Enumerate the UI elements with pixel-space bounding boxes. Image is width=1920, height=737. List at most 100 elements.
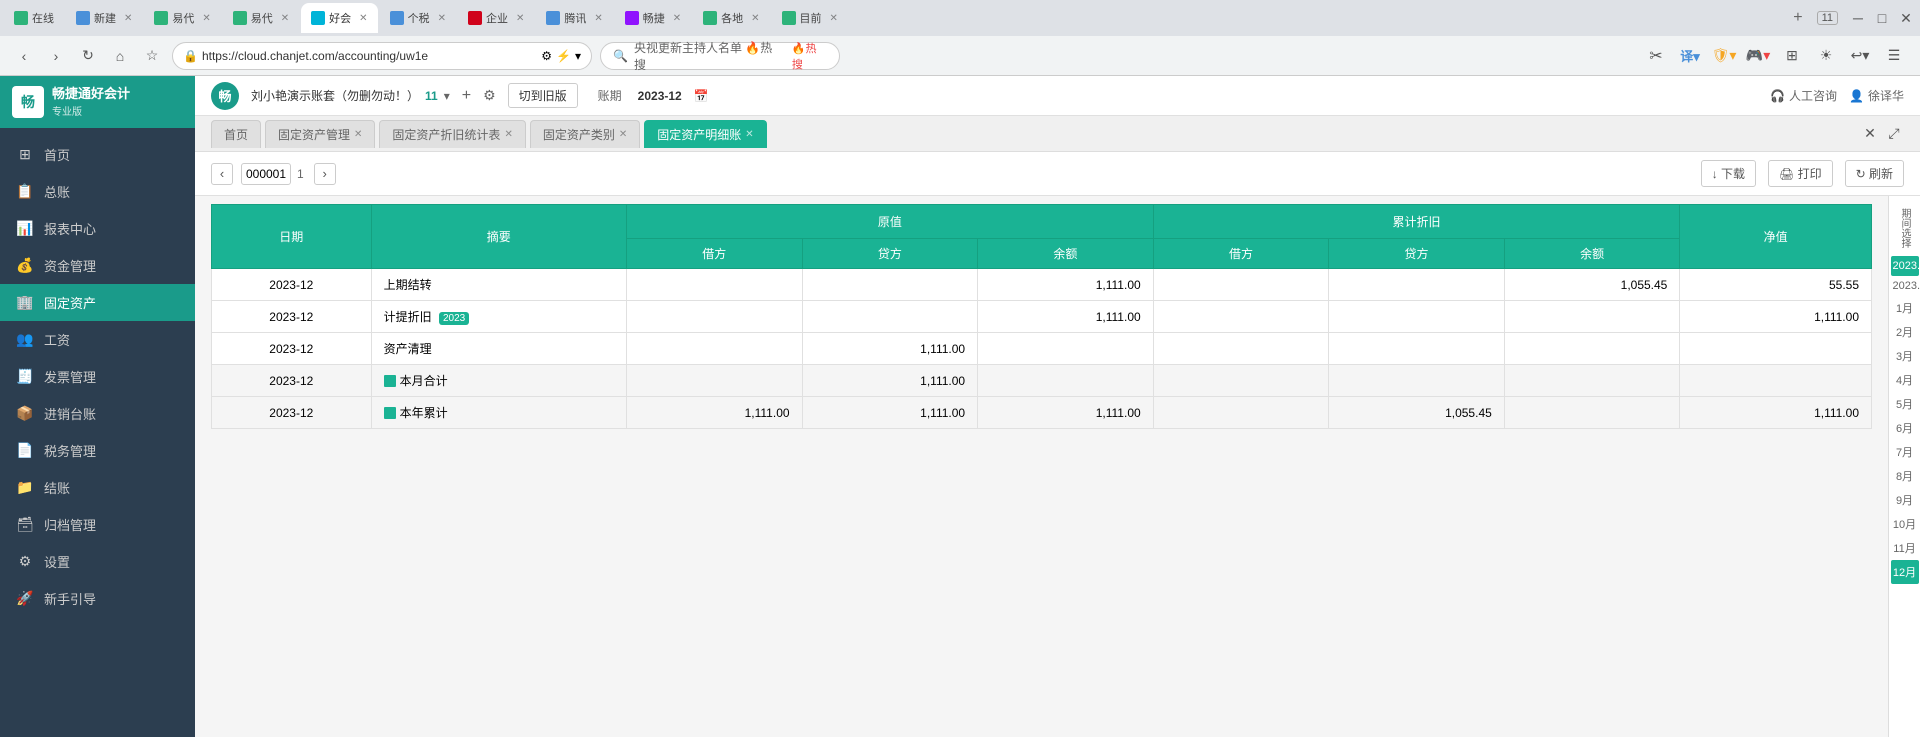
sidebar-item-ledger[interactable]: 📋总账	[0, 173, 195, 210]
tab-close-icon[interactable]: ✕	[202, 13, 210, 24]
account-selector[interactable]: 刘小艳演示账套（勿删勿动！） 11 ▾	[251, 87, 450, 104]
browser-tab-tab7[interactable]: 企业✕	[458, 3, 534, 33]
tab-close-icon[interactable]: ✕	[281, 13, 289, 24]
browser-tab-tab1[interactable]: 在线	[4, 3, 64, 33]
period-item-11[interactable]: 10月	[1891, 512, 1919, 536]
print-button[interactable]: 🖨 打印	[1768, 160, 1833, 187]
refresh-button[interactable]: ↻ 刷新	[1845, 160, 1904, 187]
forward-button[interactable]: ›	[44, 44, 68, 68]
period-item-5[interactable]: 4月	[1891, 368, 1919, 392]
translate-icon[interactable]: 译▾	[1676, 42, 1704, 70]
sidebar-label-payroll: 工资	[44, 330, 70, 349]
tab-close-icon[interactable]: ✕	[359, 13, 367, 24]
tab-close-icon[interactable]: ✕	[830, 13, 838, 24]
sidebar-item-settings[interactable]: ⚙设置	[0, 543, 195, 580]
account-dropdown-icon[interactable]: ▾	[444, 89, 450, 103]
shield-icon[interactable]: 🛡▾	[1710, 42, 1738, 70]
site-settings-icon[interactable]: ⚙	[541, 49, 552, 63]
search-box[interactable]: 🔍 央视更新主持人名单 🔥热搜 🔥热搜	[600, 42, 840, 70]
add-account-button[interactable]: +	[462, 87, 471, 105]
undo-icon[interactable]: ↩▾	[1846, 42, 1874, 70]
game-icon[interactable]: 🎮▾	[1744, 42, 1772, 70]
page-tab-asset-ledger[interactable]: 固定资产明细账✕	[644, 120, 766, 148]
expand-pane-button[interactable]: ⤢	[1884, 124, 1904, 144]
scissors-icon[interactable]: ✂	[1642, 42, 1670, 70]
period-item-13[interactable]: 12月	[1891, 560, 1919, 584]
browser-tab-tab2[interactable]: 新建✕	[66, 3, 142, 33]
period-item-8[interactable]: 7月	[1891, 440, 1919, 464]
sidebar-item-purchase-sale[interactable]: 📦进销台账	[0, 395, 195, 432]
sidebar-item-archive[interactable]: 🗃归档管理	[0, 506, 195, 543]
close-pane-button[interactable]: ✕	[1860, 124, 1880, 144]
browser-tab-tab5[interactable]: 好会✕	[301, 3, 377, 33]
close-button[interactable]: ✕	[1896, 8, 1916, 28]
sidebar-item-reports[interactable]: 📊报表中心	[0, 210, 195, 247]
tab-close-icon[interactable]: ✕	[516, 13, 524, 24]
tab-close-icon[interactable]: ✕	[751, 13, 759, 24]
url-display[interactable]: https://cloud.chanjet.com/accounting/uw1…	[202, 49, 537, 63]
grid-icon[interactable]: ⊞	[1778, 42, 1806, 70]
sidebar-item-fixed-assets[interactable]: 🏢固定资产	[0, 284, 195, 321]
browser-tab-tab3[interactable]: 易代✕	[144, 3, 220, 33]
next-page-button[interactable]: ›	[314, 163, 336, 185]
col-original-value: 原值	[626, 205, 1153, 239]
calendar-icon[interactable]: 📅	[694, 89, 709, 103]
browser-tab-tab9[interactable]: 畅捷✕	[615, 3, 691, 33]
page-number-input[interactable]	[241, 163, 291, 185]
user-menu[interactable]: 👤 徐译华	[1849, 87, 1904, 104]
browser-tab-tab6[interactable]: 个税✕	[380, 3, 456, 33]
home-nav-button[interactable]: ⌂	[108, 44, 132, 68]
brightness-icon[interactable]: ☀	[1812, 42, 1840, 70]
reload-button[interactable]: ↻	[76, 44, 100, 68]
period-item-7[interactable]: 6月	[1891, 416, 1919, 440]
minimize-button[interactable]: ─	[1848, 8, 1868, 28]
page-tab-home[interactable]: 首页	[211, 120, 261, 148]
period-item-1[interactable]: 2023.12	[1891, 276, 1919, 296]
period-item-3[interactable]: 2月	[1891, 320, 1919, 344]
period-item-2[interactable]: 1月	[1891, 296, 1919, 320]
new-tab-button[interactable]: +	[1785, 9, 1810, 27]
dropdown-icon[interactable]: ▾	[575, 49, 581, 63]
browser-tab-tab4[interactable]: 易代✕	[223, 3, 299, 33]
browser-tab-tab10[interactable]: 各地✕	[693, 3, 769, 33]
page-tab-asset-category[interactable]: 固定资产类别✕	[530, 120, 640, 148]
restore-button[interactable]: □	[1872, 8, 1892, 28]
page-tab-fixed-asset-mgmt[interactable]: 固定资产管理✕	[265, 120, 375, 148]
prev-page-button[interactable]: ‹	[211, 163, 233, 185]
period-item-10[interactable]: 9月	[1891, 488, 1919, 512]
bookmark-button[interactable]: ☆	[140, 44, 164, 68]
switch-version-button[interactable]: 切到旧版	[508, 83, 578, 108]
page-tab-close-${tab.id}[interactable]: ✕	[745, 129, 753, 140]
sidebar-item-tax[interactable]: 📄税务管理	[0, 432, 195, 469]
row-orig-debit-4: 1,111.00	[626, 397, 802, 429]
sidebar-item-guide[interactable]: 🚀新手引导	[0, 580, 195, 617]
sidebar-item-invoice[interactable]: 🧾发票管理	[0, 358, 195, 395]
sidebar-item-payroll[interactable]: 👥工资	[0, 321, 195, 358]
period-item-0[interactable]: 2023.12	[1891, 256, 1919, 276]
sidebar-item-closing[interactable]: 📁结账	[0, 469, 195, 506]
tab-close-icon[interactable]: ✕	[594, 13, 602, 24]
page-tab-close-${tab.id}[interactable]: ✕	[354, 129, 362, 140]
settings-icon[interactable]: ⚙	[483, 87, 496, 104]
tab-close-icon[interactable]: ✕	[124, 13, 132, 24]
download-button[interactable]: ↓ 下载	[1701, 160, 1756, 187]
page-tab-close-${tab.id}[interactable]: ✕	[619, 129, 627, 140]
tab-close-icon[interactable]: ✕	[673, 13, 681, 24]
back-button[interactable]: ‹	[12, 44, 36, 68]
tab-close-icon[interactable]: ✕	[438, 13, 446, 24]
page-tab-close-${tab.id}[interactable]: ✕	[504, 129, 512, 140]
page-tab-depreciation-stat[interactable]: 固定资产折旧统计表✕	[379, 120, 525, 148]
period-item-9[interactable]: 8月	[1891, 464, 1919, 488]
row-summary-cell-0: 上期结转	[371, 269, 626, 301]
period-item-6[interactable]: 5月	[1891, 392, 1919, 416]
lightning-icon[interactable]: ⚡	[556, 49, 571, 63]
period-item-4[interactable]: 3月	[1891, 344, 1919, 368]
menu-icon[interactable]: ☰	[1880, 42, 1908, 70]
consult-button[interactable]: 🎧 人工咨询	[1770, 87, 1837, 104]
browser-tab-tab8[interactable]: 腾讯✕	[536, 3, 612, 33]
table-row: 2023-12 资产清理 1,111.00	[212, 333, 1872, 365]
sidebar-item-home[interactable]: ⊞首页	[0, 136, 195, 173]
sidebar-item-funds[interactable]: 💰资金管理	[0, 247, 195, 284]
period-item-12[interactable]: 11月	[1891, 536, 1919, 560]
browser-tab-tab11[interactable]: 目前✕	[772, 3, 848, 33]
